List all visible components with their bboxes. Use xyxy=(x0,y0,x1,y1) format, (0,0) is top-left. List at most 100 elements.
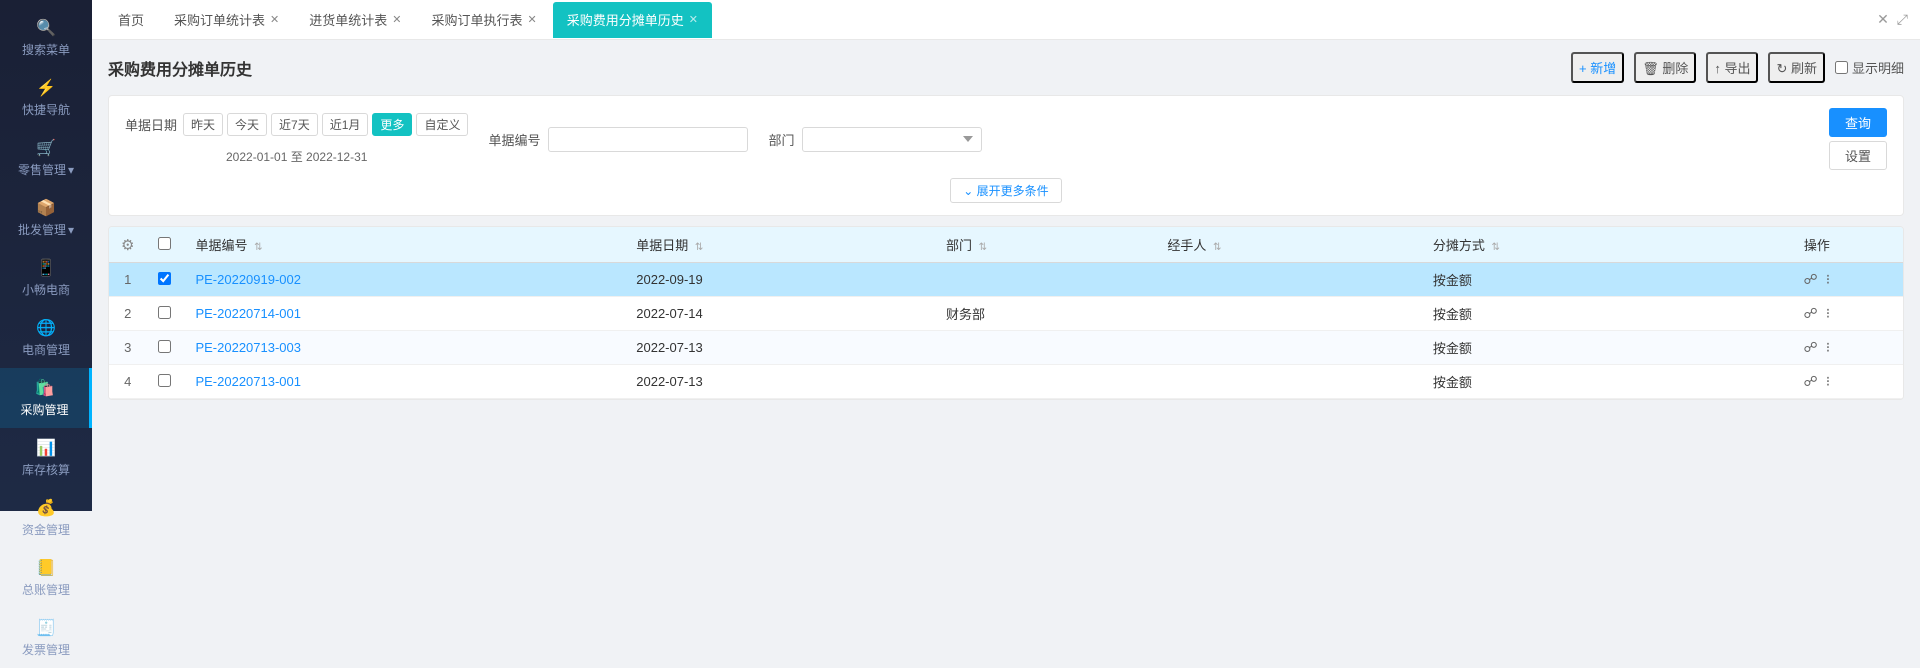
tab-purchase-order-exec[interactable]: 采购订单执行表 ✕ xyxy=(417,2,550,38)
tab-close-icon[interactable]: ✕ xyxy=(689,13,698,26)
page-title: 采购费用分摊单历史 xyxy=(108,56,252,80)
doc-no-cell: PE-20220714-001 xyxy=(183,297,624,331)
doc-no-input[interactable] xyxy=(548,127,748,152)
more-action-icon[interactable]: ⁝ xyxy=(1826,339,1830,356)
dept-select[interactable] xyxy=(802,127,982,152)
chevron-down-icon: ▾ xyxy=(68,163,74,177)
tab-home[interactable]: 首页 xyxy=(104,2,158,38)
table-row: 1 PE-20220919-002 2022-09-19 按金额 xyxy=(109,263,1903,297)
inventory-icon: 📊 xyxy=(36,438,56,458)
sidebar-item-purchase[interactable]: 🛍️ 采购管理 xyxy=(0,368,92,428)
operator-column-header: 经手人 ⇅ xyxy=(1155,227,1421,263)
show-col-checkbox[interactable] xyxy=(1835,61,1848,74)
tab-purchase-fee-history[interactable]: 采购费用分摊单历史 ✕ xyxy=(553,2,712,38)
more-btn[interactable]: 更多 xyxy=(372,113,412,136)
tab-goods-in-stats[interactable]: 进货单统计表 ✕ xyxy=(295,2,415,38)
sidebar-item-retail[interactable]: 🛒 零售管理 ▾ xyxy=(0,128,92,188)
delete-button[interactable]: 🗑 删除 xyxy=(1634,52,1696,83)
row-number: 4 xyxy=(109,365,146,399)
sidebar-item-finance[interactable]: 💰 资金管理 xyxy=(0,488,92,548)
more-action-icon[interactable]: ⁝ xyxy=(1826,271,1830,288)
search-button[interactable]: 查询 xyxy=(1829,108,1887,137)
doc-date-column-header: 单据日期 ⇅ xyxy=(624,227,934,263)
action-cell: ☍ ⁝ xyxy=(1731,263,1903,297)
sort-icon[interactable]: ⇅ xyxy=(1213,242,1221,253)
doc-no-link[interactable]: PE-20220713-003 xyxy=(195,340,301,355)
doc-no-link[interactable]: PE-20220714-001 xyxy=(195,306,301,321)
refresh-button[interactable]: ↻ 刷新 xyxy=(1768,52,1825,83)
custom-btn[interactable]: 自定义 xyxy=(416,113,468,136)
close-window-icon[interactable]: ✕ xyxy=(1877,11,1889,28)
action-column-header: 操作 xyxy=(1731,227,1903,263)
today-btn[interactable]: 今天 xyxy=(227,113,267,136)
page-area: 采购费用分摊单历史 + 新增 🗑 删除 ↑ 导出 ↻ 刷新 显示明细 单据日期 xyxy=(92,40,1920,511)
operator-cell xyxy=(1155,297,1421,331)
sidebar-item-shortcut[interactable]: ⚡ 快捷导航 xyxy=(0,68,92,128)
tab-close-icon[interactable]: ✕ xyxy=(528,13,537,26)
sidebar-item-wholesale[interactable]: 📦 批发管理 ▾ xyxy=(0,188,92,248)
row-checkbox-cell xyxy=(146,263,183,297)
row-checkbox[interactable] xyxy=(158,340,171,353)
tab-label: 进货单统计表 xyxy=(309,10,387,29)
tab-home-label: 首页 xyxy=(118,10,144,29)
sidebar-item-label: 采购管理 xyxy=(20,401,68,418)
action-cell: ☍ ⁝ xyxy=(1731,331,1903,365)
row-checkbox[interactable] xyxy=(158,272,171,285)
dept-column-header: 部门 ⇅ xyxy=(934,227,1155,263)
date-label: 单据日期 xyxy=(125,115,177,134)
maximize-window-icon[interactable]: ⤢ xyxy=(1897,11,1908,28)
sidebar-item-ledger[interactable]: 📒 总账管理 xyxy=(0,548,92,608)
purchase-icon: 🛍️ xyxy=(35,378,55,398)
edit-icon[interactable]: ☍ xyxy=(1804,271,1818,288)
sidebar-item-miniapp[interactable]: 📱 小畅电商 xyxy=(0,248,92,308)
edit-icon[interactable]: ☍ xyxy=(1804,373,1818,390)
doc-no-link[interactable]: PE-20220713-001 xyxy=(195,374,301,389)
sidebar-item-invoice[interactable]: 🧾 发票管理 xyxy=(0,608,92,668)
last7days-btn[interactable]: 近7天 xyxy=(271,113,318,136)
sidebar-item-ecommerce[interactable]: 🌐 电商管理 xyxy=(0,308,92,368)
more-action-icon[interactable]: ⁝ xyxy=(1826,305,1830,322)
doc-no-link[interactable]: PE-20220919-002 xyxy=(195,272,301,287)
tab-purchase-order-stats[interactable]: 采购订单统计表 ✕ xyxy=(160,2,293,38)
tab-close-icon[interactable]: ✕ xyxy=(270,13,279,26)
edit-icon[interactable]: ☍ xyxy=(1804,305,1818,322)
sort-icon[interactable]: ⇅ xyxy=(254,242,262,253)
settings-gear-icon[interactable]: ⚙ xyxy=(121,237,134,254)
row-checkbox[interactable] xyxy=(158,306,171,319)
tab-close-icon[interactable]: ✕ xyxy=(392,13,401,26)
add-button[interactable]: + 新增 xyxy=(1571,52,1624,83)
operator-cell xyxy=(1155,331,1421,365)
sidebar-item-inventory[interactable]: 📊 库存核算 xyxy=(0,428,92,488)
sort-icon[interactable]: ⇅ xyxy=(695,242,703,253)
select-all-checkbox[interactable] xyxy=(158,237,171,250)
action-cell: ☍ ⁝ xyxy=(1731,365,1903,399)
retail-icon: 🛒 xyxy=(36,138,56,158)
main-content: 首页 采购订单统计表 ✕ 进货单统计表 ✕ 采购订单执行表 ✕ 采购费用分摊单历… xyxy=(92,0,1920,511)
action-cell: ☍ ⁝ xyxy=(1731,297,1903,331)
doc-no-column-header: 单据编号 ⇅ xyxy=(183,227,624,263)
sort-icon[interactable]: ⇅ xyxy=(979,242,987,253)
sidebar-item-search[interactable]: 🔍 搜索菜单 xyxy=(0,8,92,68)
row-checkbox[interactable] xyxy=(158,374,171,387)
finance-icon: 💰 xyxy=(36,498,56,518)
setting-button[interactable]: 设置 xyxy=(1829,141,1887,170)
last1month-btn[interactable]: 近1月 xyxy=(322,113,369,136)
more-action-icon[interactable]: ⁝ xyxy=(1826,373,1830,390)
doc-no-label: 单据编号 xyxy=(488,130,540,149)
dept-cell xyxy=(934,263,1155,297)
edit-icon[interactable]: ☍ xyxy=(1804,339,1818,356)
doc-date-cell: 2022-07-13 xyxy=(624,365,934,399)
doc-no-cell: PE-20220713-003 xyxy=(183,331,624,365)
sidebar-item-label: 总账管理 xyxy=(22,581,70,598)
yesterday-btn[interactable]: 昨天 xyxy=(183,113,223,136)
expand-more-button[interactable]: ⌄ 展开更多条件 xyxy=(950,178,1061,203)
search-icon: 🔍 xyxy=(36,18,56,38)
sort-icon[interactable]: ⇅ xyxy=(1492,242,1500,253)
export-button[interactable]: ↑ 导出 xyxy=(1706,52,1758,83)
sidebar-item-label: 电商管理 xyxy=(22,341,70,358)
gear-column-header[interactable]: ⚙ xyxy=(109,227,146,263)
row-number: 2 xyxy=(109,297,146,331)
table-header: ⚙ 单据编号 ⇅ 单据日期 ⇅ xyxy=(109,227,1903,263)
split-method-cell: 按金额 xyxy=(1421,263,1731,297)
row-checkbox-cell xyxy=(146,297,183,331)
